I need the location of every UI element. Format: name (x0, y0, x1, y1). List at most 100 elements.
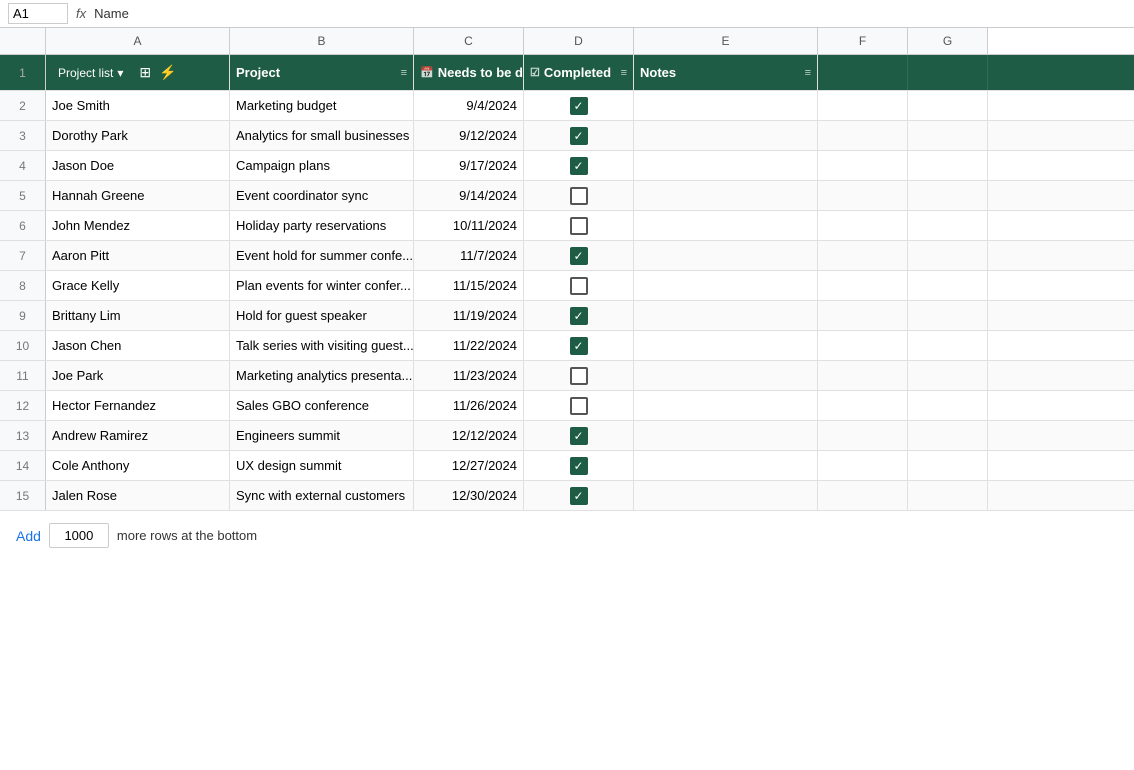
cell-completed[interactable] (524, 361, 634, 390)
col-header-b[interactable]: B (230, 28, 414, 54)
cell-completed[interactable] (524, 181, 634, 210)
cell-name[interactable]: Joe Smith (46, 91, 230, 120)
cell-date[interactable]: 12/12/2024 (414, 421, 524, 450)
cell-project[interactable]: Event hold for summer confe... (230, 241, 414, 270)
checkbox-unchecked[interactable] (570, 397, 588, 415)
cell-name[interactable]: Jason Chen (46, 331, 230, 360)
cell-project[interactable]: Analytics for small businesses (230, 121, 414, 150)
checkbox-unchecked[interactable] (570, 187, 588, 205)
project-filter-icon[interactable]: ≡ (401, 67, 407, 79)
cell-completed[interactable]: ✓ (524, 451, 634, 480)
cell-project[interactable]: Event coordinator sync (230, 181, 414, 210)
cell-completed[interactable] (524, 391, 634, 420)
cell-name[interactable]: Jason Doe (46, 151, 230, 180)
cell-reference-input[interactable] (8, 3, 68, 24)
cell-notes[interactable] (634, 391, 818, 420)
notes-filter-icon[interactable]: ≡ (805, 67, 811, 79)
cell-notes[interactable] (634, 301, 818, 330)
cell-date[interactable]: 9/12/2024 (414, 121, 524, 150)
cell-date[interactable]: 9/17/2024 (414, 151, 524, 180)
checkbox-checked[interactable]: ✓ (570, 307, 588, 325)
cell-name[interactable]: Grace Kelly (46, 271, 230, 300)
checkbox-unchecked[interactable] (570, 277, 588, 295)
checkbox-checked[interactable]: ✓ (570, 337, 588, 355)
cell-notes[interactable] (634, 211, 818, 240)
cell-date[interactable]: 11/23/2024 (414, 361, 524, 390)
cell-name[interactable]: Brittany Lim (46, 301, 230, 330)
cell-project[interactable]: Holiday party reservations (230, 211, 414, 240)
checkbox-checked[interactable]: ✓ (570, 427, 588, 445)
cell-project[interactable]: Hold for guest speaker (230, 301, 414, 330)
cell-date[interactable]: 11/19/2024 (414, 301, 524, 330)
col-header-g[interactable]: G (908, 28, 988, 54)
cell-notes[interactable] (634, 331, 818, 360)
cell-project[interactable]: UX design summit (230, 451, 414, 480)
add-rows-button[interactable]: Add (16, 528, 41, 544)
cell-notes[interactable] (634, 361, 818, 390)
checkbox-unchecked[interactable] (570, 217, 588, 235)
cell-completed[interactable]: ✓ (524, 421, 634, 450)
cell-project[interactable]: Sales GBO conference (230, 391, 414, 420)
cell-name[interactable]: Hector Fernandez (46, 391, 230, 420)
cell-project[interactable]: Campaign plans (230, 151, 414, 180)
cell-project[interactable]: Engineers summit (230, 421, 414, 450)
cell-date[interactable]: 9/4/2024 (414, 91, 524, 120)
checkbox-unchecked[interactable] (570, 367, 588, 385)
cell-notes[interactable] (634, 151, 818, 180)
cell-project[interactable]: Marketing analytics presenta... (230, 361, 414, 390)
cell-date[interactable]: 12/30/2024 (414, 481, 524, 510)
cell-notes[interactable] (634, 451, 818, 480)
rows-count-input[interactable] (49, 523, 109, 548)
cell-completed[interactable]: ✓ (524, 151, 634, 180)
cell-name[interactable]: Dorothy Park (46, 121, 230, 150)
completed-filter-icon[interactable]: ≡ (621, 67, 627, 79)
cell-notes[interactable] (634, 481, 818, 510)
cell-completed[interactable]: ✓ (524, 91, 634, 120)
checkbox-checked[interactable]: ✓ (570, 127, 588, 145)
cell-project[interactable]: Marketing budget (230, 91, 414, 120)
cell-notes[interactable] (634, 271, 818, 300)
cell-notes[interactable] (634, 241, 818, 270)
cell-date[interactable]: 11/7/2024 (414, 241, 524, 270)
checkbox-checked[interactable]: ✓ (570, 97, 588, 115)
cell-date[interactable]: 10/11/2024 (414, 211, 524, 240)
cell-name[interactable]: Aaron Pitt (46, 241, 230, 270)
cell-project[interactable]: Talk series with visiting guest... (230, 331, 414, 360)
col-header-f[interactable]: F (818, 28, 908, 54)
cell-name[interactable]: Hannah Greene (46, 181, 230, 210)
col-header-a[interactable]: A (46, 28, 230, 54)
cell-project[interactable]: Sync with external customers (230, 481, 414, 510)
checkbox-checked[interactable]: ✓ (570, 247, 588, 265)
cell-name[interactable]: Jalen Rose (46, 481, 230, 510)
cell-date[interactable]: 11/15/2024 (414, 271, 524, 300)
cell-name[interactable]: Cole Anthony (46, 451, 230, 480)
cell-completed[interactable]: ✓ (524, 331, 634, 360)
cell-completed[interactable] (524, 271, 634, 300)
checkbox-checked[interactable]: ✓ (570, 487, 588, 505)
checkbox-checked[interactable]: ✓ (570, 157, 588, 175)
col-header-c[interactable]: C (414, 28, 524, 54)
cell-notes[interactable] (634, 181, 818, 210)
col-header-e[interactable]: E (634, 28, 818, 54)
cell-completed[interactable]: ✓ (524, 301, 634, 330)
cell-notes[interactable] (634, 421, 818, 450)
cell-name[interactable]: John Mendez (46, 211, 230, 240)
cell-date[interactable]: 12/27/2024 (414, 451, 524, 480)
cell-project[interactable]: Plan events for winter confer... (230, 271, 414, 300)
cell-completed[interactable] (524, 211, 634, 240)
cell-notes[interactable] (634, 91, 818, 120)
cell-date[interactable]: 11/22/2024 (414, 331, 524, 360)
cell-date[interactable]: 11/26/2024 (414, 391, 524, 420)
checkbox-checked[interactable]: ✓ (570, 457, 588, 475)
cell-notes[interactable] (634, 121, 818, 150)
grid-view-button[interactable]: ⊞ (135, 62, 155, 83)
col-header-d[interactable]: D (524, 28, 634, 54)
cell-name[interactable]: Joe Park (46, 361, 230, 390)
cell-completed[interactable]: ✓ (524, 121, 634, 150)
cell-completed[interactable]: ✓ (524, 241, 634, 270)
cell-date[interactable]: 9/14/2024 (414, 181, 524, 210)
cell-name[interactable]: Andrew Ramirez (46, 421, 230, 450)
project-list-button[interactable]: Project list ▾ (50, 63, 131, 83)
flash-button[interactable]: ⚡ (155, 62, 180, 83)
cell-completed[interactable]: ✓ (524, 481, 634, 510)
